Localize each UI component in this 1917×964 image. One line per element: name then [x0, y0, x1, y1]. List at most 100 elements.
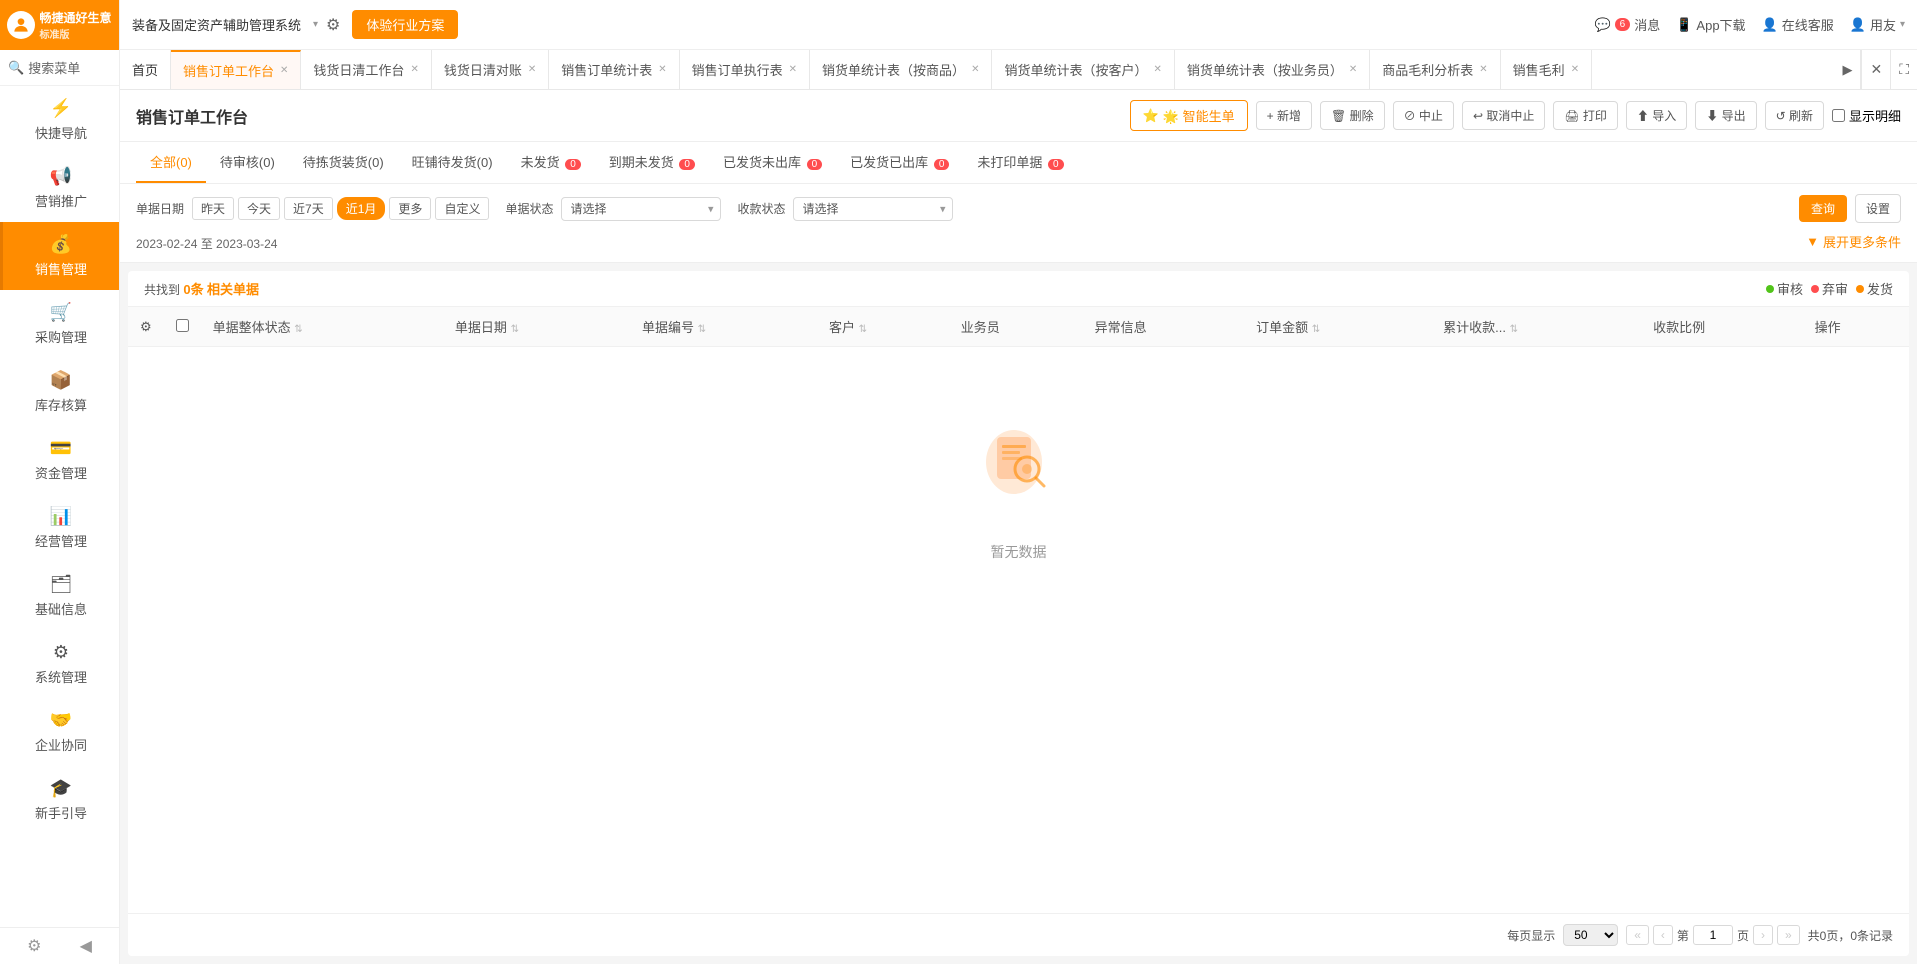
sidebar-item-business[interactable]: 📊 经营管理: [0, 494, 119, 562]
sidebar-item-guide[interactable]: 🎓 新手引导: [0, 766, 119, 834]
cancel-suspend-button[interactable]: ↩ 取消中止: [1462, 101, 1545, 130]
tab-sales-stats[interactable]: 销售订单统计表 ✕: [549, 50, 679, 90]
filter-tab-overdue[interactable]: 到期未发货 0: [595, 142, 709, 183]
status-select[interactable]: 请选择: [561, 197, 721, 221]
sidebar-search[interactable]: 🔍 搜索菜单: [0, 50, 119, 86]
tab-cash-daily[interactable]: 钱货日清工作台 ✕: [301, 50, 431, 90]
filter-tab-unprinted[interactable]: 未打印单据 0: [963, 142, 1077, 183]
col-status-sort[interactable]: ⇅: [294, 324, 302, 335]
filter-tab-pending-inspect[interactable]: 待拣货装货(0): [289, 142, 398, 183]
system-icon: ⚙: [53, 642, 69, 663]
expand-conditions-button[interactable]: ▼ 展开更多条件: [1806, 232, 1901, 251]
page-input[interactable]: [1693, 925, 1733, 945]
tab-close-current-button[interactable]: ✕: [1861, 50, 1890, 90]
filter-tab-wangpu[interactable]: 旺铺待发货(0): [398, 142, 507, 183]
tab-sales-exec[interactable]: 销售订单执行表 ✕: [680, 50, 810, 90]
tab-cash-reconcile[interactable]: 钱货日清对账 ✕: [432, 50, 549, 90]
tab-sales-profit-close[interactable]: ✕: [1571, 64, 1579, 75]
col-number: 单据编号 ⇅: [630, 307, 817, 347]
topbar-settings-icon[interactable]: ⚙: [326, 15, 340, 35]
batch-ship-btn[interactable]: 发货: [1856, 279, 1893, 298]
online-service-button[interactable]: 👤 在线客服: [1762, 15, 1834, 34]
tab-sales-stats-customer-label: 销货单统计表（按客户）: [1004, 60, 1147, 79]
finance-icon: 💳: [50, 438, 72, 459]
batch-cancel-review-btn[interactable]: 弃审: [1811, 279, 1848, 298]
next-page-button[interactable]: ›: [1753, 925, 1773, 945]
tab-sales-stats-customer[interactable]: 销货单统计表（按客户） ✕: [992, 50, 1174, 90]
tab-home[interactable]: 首页: [120, 50, 171, 90]
batch-review-btn[interactable]: 审核: [1766, 279, 1803, 298]
tab-cash-reconcile-close[interactable]: ✕: [528, 64, 536, 75]
tab-sales-stats-staff[interactable]: 销货单统计表（按业务员） ✕: [1175, 50, 1370, 90]
col-customer-sort[interactable]: ⇅: [859, 324, 867, 335]
col-amount-sort[interactable]: ⇅: [1312, 324, 1320, 335]
export-button[interactable]: ⬇ 导出: [1695, 101, 1756, 130]
tab-sales-stats-close[interactable]: ✕: [658, 64, 666, 75]
message-button[interactable]: 💬 6 消息: [1594, 15, 1660, 34]
date-today-btn[interactable]: 今天: [238, 197, 280, 220]
topbar: 装备及固定资产辅助管理系统 ▾ ⚙ 体验行业方案 💬 6 消息 📱 App下载 …: [120, 0, 1917, 50]
tab-product-margin[interactable]: 商品毛利分析表 ✕: [1370, 50, 1500, 90]
filter-tab-not-shipped[interactable]: 未发货 0: [507, 142, 595, 183]
tab-sales-stats-staff-close[interactable]: ✕: [1349, 64, 1357, 75]
collapse-icon[interactable]: ◀: [80, 936, 92, 956]
quick-icon: ⚡: [50, 98, 72, 119]
date-1month-btn[interactable]: 近1月: [337, 197, 386, 220]
industry-solution-button[interactable]: 体验行业方案: [352, 10, 458, 39]
tab-sales-workbench[interactable]: 销售订单工作台 ✕: [171, 50, 301, 90]
sidebar-item-sales[interactable]: 💰 销售管理: [0, 222, 119, 290]
tab-sales-workbench-close[interactable]: ✕: [280, 65, 288, 76]
tab-sales-exec-close[interactable]: ✕: [789, 64, 797, 75]
prev-page-button[interactable]: ‹: [1653, 925, 1673, 945]
col-number-sort[interactable]: ⇅: [698, 324, 706, 335]
filter-tab-shipped-not-out[interactable]: 已发货未出库 0: [709, 142, 836, 183]
filter-tab-shipped-out[interactable]: 已发货已出库 0: [836, 142, 963, 183]
smart-create-button[interactable]: ⭐ 🌟 智能生单: [1130, 100, 1248, 131]
tab-sales-stats-customer-close[interactable]: ✕: [1153, 64, 1161, 75]
show-detail-checkbox[interactable]: [1832, 109, 1845, 122]
sidebar-item-marketing[interactable]: 📢 营销推广: [0, 154, 119, 222]
sidebar-item-inventory[interactable]: 📦 库存核算: [0, 358, 119, 426]
sidebar-item-system[interactable]: ⚙ 系统管理: [0, 630, 119, 698]
select-all-checkbox[interactable]: [176, 319, 189, 332]
filter-tab-all[interactable]: 全部(0): [136, 142, 206, 183]
sidebar-item-purchase[interactable]: 🛒 采购管理: [0, 290, 119, 358]
settings-button[interactable]: 设置: [1855, 194, 1901, 223]
sidebar-item-quick[interactable]: ⚡ 快捷导航: [0, 86, 119, 154]
message-icon: 💬: [1594, 17, 1610, 33]
user-name: 用友: [1870, 15, 1896, 34]
col-collected-sort[interactable]: ⇅: [1510, 324, 1518, 335]
tab-product-margin-close[interactable]: ✕: [1479, 64, 1487, 75]
suspend-button[interactable]: ⊘ 中止: [1393, 101, 1454, 130]
sidebar-item-basic[interactable]: 🗂 基础信息: [0, 562, 119, 630]
import-button[interactable]: ⬆ 导入: [1626, 101, 1687, 130]
user-menu-button[interactable]: 👤 用友 ▾: [1850, 15, 1905, 34]
settings-bottom-icon[interactable]: ⚙: [27, 936, 41, 956]
sidebar-item-enterprise[interactable]: 🤝 企业协同: [0, 698, 119, 766]
show-detail-checkbox-label[interactable]: 显示明细: [1832, 106, 1901, 125]
tab-sales-stats-product[interactable]: 销货单统计表（按商品） ✕: [810, 50, 992, 90]
last-page-button[interactable]: »: [1777, 925, 1800, 945]
per-page-select[interactable]: 10 20 50 100: [1563, 924, 1618, 946]
filter-tab-pending-review[interactable]: 待审核(0): [206, 142, 289, 183]
add-button[interactable]: + 新增: [1256, 101, 1312, 130]
tab-cash-daily-close[interactable]: ✕: [410, 64, 418, 75]
refresh-button[interactable]: ↺ 刷新: [1765, 101, 1824, 130]
tab-fullscreen-button[interactable]: ⛶: [1890, 50, 1917, 90]
first-page-button[interactable]: «: [1626, 925, 1649, 945]
tab-sales-stats-product-close[interactable]: ✕: [971, 64, 979, 75]
date-more-btn[interactable]: 更多: [389, 197, 431, 220]
delete-button[interactable]: 🗑 删除: [1320, 101, 1385, 130]
col-date-sort[interactable]: ⇅: [511, 324, 519, 335]
tab-sales-profit[interactable]: 销售毛利 ✕: [1501, 50, 1592, 90]
app-download-button[interactable]: 📱 App下载: [1676, 15, 1745, 34]
date-yesterday-btn[interactable]: 昨天: [192, 197, 234, 220]
query-button[interactable]: 查询: [1799, 195, 1847, 222]
sidebar-item-finance[interactable]: 💳 资金管理: [0, 426, 119, 494]
topbar-dropdown-arrow[interactable]: ▾: [313, 19, 318, 30]
print-button[interactable]: 🖨 打印: [1553, 101, 1618, 130]
date-custom-btn[interactable]: 自定义: [435, 197, 489, 220]
date-7days-btn[interactable]: 近7天: [284, 197, 333, 220]
tab-more-button[interactable]: ▶: [1834, 50, 1861, 90]
payment-select[interactable]: 请选择: [793, 197, 953, 221]
